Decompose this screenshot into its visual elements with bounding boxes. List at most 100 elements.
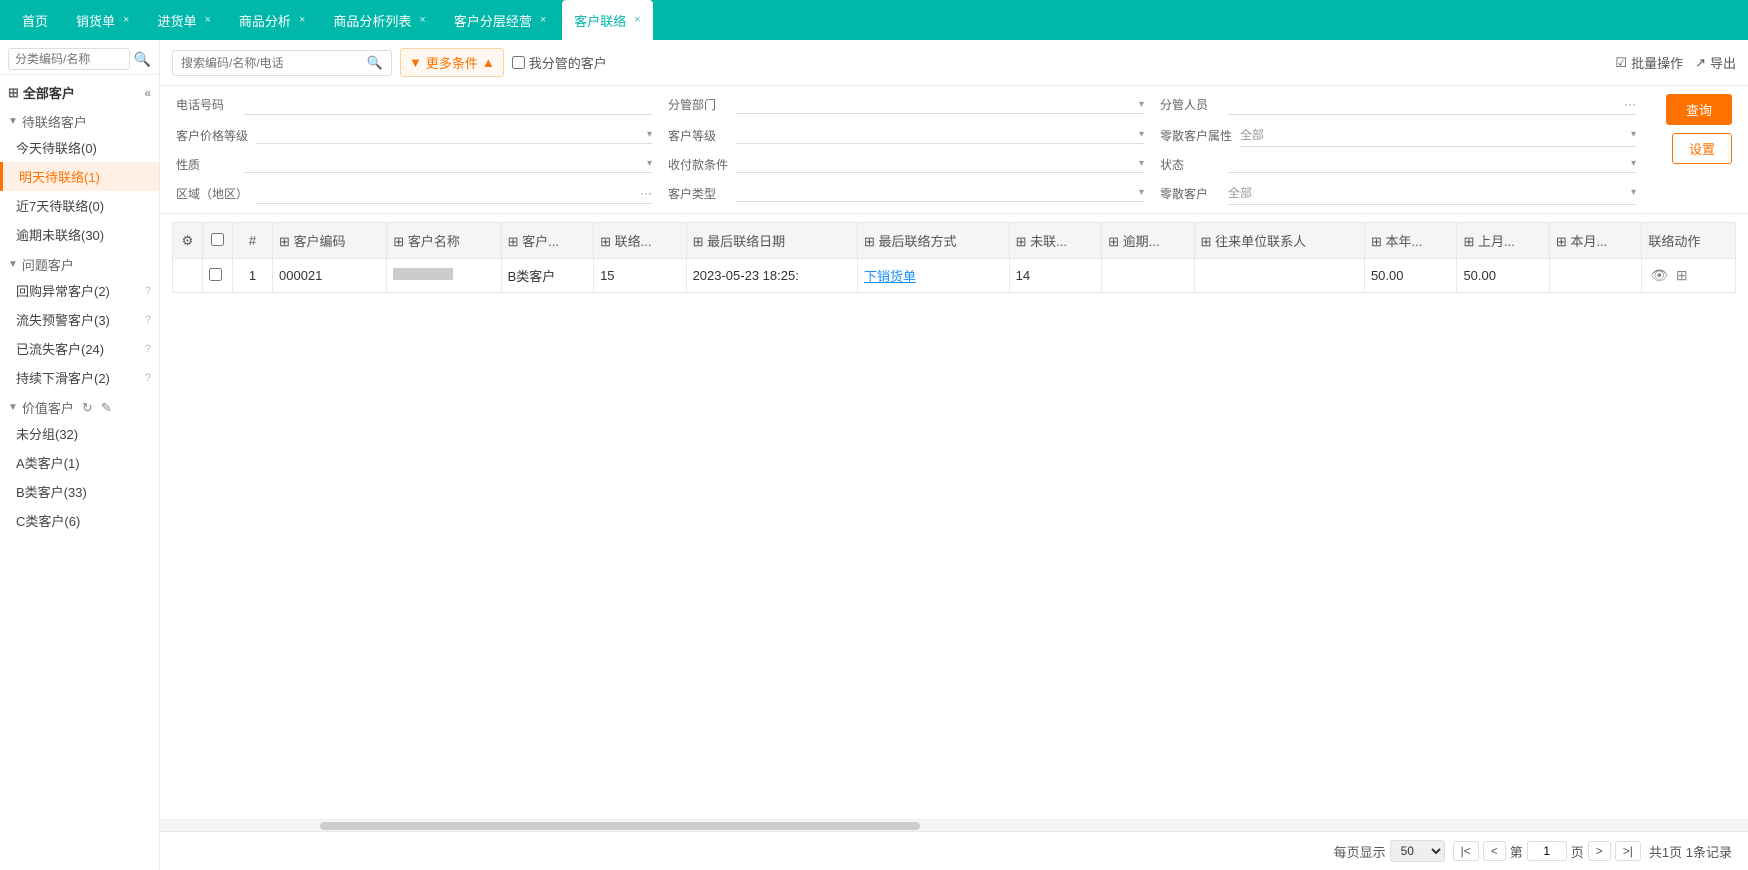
pending-contact-group-label[interactable]: ▼ 待联络客户: [0, 106, 159, 133]
filter-cell-dept: 分管部门 ▾: [668, 96, 1160, 114]
my-customer-checkbox-group[interactable]: 我分管的客户: [512, 53, 607, 72]
value-refresh-icon[interactable]: ↻: [82, 400, 93, 416]
row-checkbox-cell[interactable]: [203, 259, 233, 293]
help-icon-declining: ?: [145, 372, 151, 384]
filter-select-scattered-attr[interactable]: 全部 ▾: [1240, 123, 1636, 147]
filter-panel: 电话号码 分管部门 ▾ 分管人员: [160, 86, 1748, 214]
filter-select-manager[interactable]: ···: [1228, 94, 1636, 115]
setting-button[interactable]: 设置: [1672, 133, 1732, 164]
sidebar-item-churn-warning[interactable]: 流失预警客户(3) ?: [0, 305, 159, 334]
nav-product-analysis[interactable]: 商品分析 ×: [227, 0, 317, 40]
col-header-action: 联络动作: [1642, 223, 1736, 259]
scattered-chevron-icon: ▾: [1631, 187, 1636, 198]
sidebar-search-input[interactable]: [8, 48, 130, 70]
close-sales-order-icon[interactable]: ×: [123, 14, 129, 26]
filter-cell-payment: 收付款条件 ▾: [668, 155, 1160, 173]
col-header-settings[interactable]: ⚙: [173, 223, 203, 259]
filter-select-nature[interactable]: ▾: [244, 155, 652, 173]
toolbar: 🔍 ▼ 更多条件 ▲ 我分管的客户 ☑ 批量操作 ↗ 导出: [160, 40, 1748, 86]
sidebar-item-tomorrow[interactable]: 明天待联络(1): [0, 162, 159, 191]
sidebar-item-churned[interactable]: 已流失客户(24) ?: [0, 334, 159, 363]
filter-label-status: 状态: [1160, 156, 1220, 173]
last-page-btn[interactable]: >|: [1615, 841, 1641, 861]
next-page-btn[interactable]: >: [1588, 841, 1611, 861]
sidebar-item-today[interactable]: 今天待联络(0): [0, 133, 159, 162]
row-settings-cell: [173, 259, 203, 293]
sidebar-item-declining[interactable]: 持续下滑客户(2) ?: [0, 363, 159, 392]
filter-select-dept[interactable]: ▾: [736, 96, 1144, 114]
sidebar-item-class-a[interactable]: A类客户(1): [0, 448, 159, 477]
filter-label-dept: 分管部门: [668, 96, 728, 113]
close-product-analysis-list-icon[interactable]: ×: [419, 14, 425, 26]
select-all-checkbox[interactable]: [211, 233, 224, 246]
row-checkbox[interactable]: [209, 268, 222, 281]
nav-product-analysis-list[interactable]: 商品分析列表 ×: [321, 0, 437, 40]
filter-select-scattered[interactable]: 全部 ▾: [1228, 181, 1636, 205]
per-page-select[interactable]: 50 100 200: [1390, 840, 1445, 862]
scrollbar-thumb[interactable]: [320, 822, 920, 830]
value-edit-icon[interactable]: ✎: [101, 400, 112, 416]
filter-select-price-grade[interactable]: ▾: [256, 126, 652, 144]
col-header-last-month: ⊞ 上月...: [1457, 223, 1549, 259]
toolbar-search-icon[interactable]: 🔍: [367, 55, 383, 71]
filter-input-phone[interactable]: [244, 94, 652, 115]
last-contact-method-link[interactable]: 下销货单: [864, 269, 916, 284]
filter-label-payment: 收付款条件: [668, 156, 728, 173]
first-page-btn[interactable]: |<: [1453, 841, 1479, 861]
horizontal-scrollbar[interactable]: [160, 819, 1748, 831]
close-product-analysis-icon[interactable]: ×: [299, 14, 305, 26]
row-last-month-cell: 50.00: [1457, 259, 1549, 293]
close-customer-segmentation-icon[interactable]: ×: [540, 14, 546, 26]
toolbar-search-box: 🔍: [172, 50, 392, 76]
pending-contact-section: ▼ 待联络客户 今天待联络(0) 明天待联络(1) 近7天待联络(0) 逾期未联…: [0, 106, 159, 249]
scattered-attr-chevron-icon: ▾: [1631, 129, 1636, 140]
export-btn[interactable]: ↗ 导出: [1695, 53, 1736, 72]
action-view-icon[interactable]: 👁: [1650, 267, 1668, 283]
filter-select-customer-grade[interactable]: ▾: [736, 126, 1144, 144]
filter-select-customer-type[interactable]: ▾: [736, 184, 1144, 202]
filter-chevron-icon: ▲: [482, 55, 495, 70]
problem-customer-group-label[interactable]: ▼ 问题客户: [0, 249, 159, 276]
row-last-contact-method-cell[interactable]: 下销货单: [857, 259, 1009, 293]
collapse-icon: «: [144, 86, 151, 100]
filter-select-region[interactable]: ···: [256, 183, 652, 204]
nav-purchase-order[interactable]: 进货单 ×: [145, 0, 222, 40]
customer-name-masked: Ea: [393, 268, 453, 280]
all-customers-header[interactable]: ⊞ 全部客户 «: [0, 75, 159, 106]
sidebar-item-overdue[interactable]: 逾期未联络(30): [0, 220, 159, 249]
sidebar-item-repurchase-abnormal[interactable]: 回购异常客户(2) ?: [0, 276, 159, 305]
manager-more-icon[interactable]: ···: [1624, 97, 1636, 111]
action-grid-icon[interactable]: ⊞: [1676, 267, 1688, 283]
nav-customer-segmentation[interactable]: 客户分层经营 ×: [442, 0, 558, 40]
filter-more-conditions-btn[interactable]: ▼ 更多条件 ▲: [400, 48, 504, 77]
my-customer-checkbox[interactable]: [512, 56, 525, 69]
sidebar-item-class-c[interactable]: C类客户(6): [0, 506, 159, 535]
close-purchase-order-icon[interactable]: ×: [204, 14, 210, 26]
filter-select-status[interactable]: ▾: [1228, 155, 1636, 173]
nature-chevron-icon: ▾: [647, 158, 652, 169]
filter-row-2: 客户价格等级 ▾ 客户等级 ▾: [176, 123, 1652, 147]
nav-home[interactable]: 首页: [10, 0, 60, 40]
sidebar-item-ungrouped[interactable]: 未分组(32): [0, 419, 159, 448]
sidebar-item-class-b[interactable]: B类客户(33): [0, 477, 159, 506]
sidebar-search-icon[interactable]: 🔍: [134, 51, 151, 68]
page-label: 第: [1510, 842, 1523, 861]
filter-cell-manager: 分管人员 ···: [1160, 94, 1652, 115]
col-header-checkbox[interactable]: [203, 223, 233, 259]
filter-label-customer-type: 客户类型: [668, 185, 728, 202]
close-customer-contact-icon[interactable]: ×: [634, 14, 640, 26]
page-number-input[interactable]: [1527, 841, 1567, 861]
region-more-icon[interactable]: ···: [640, 186, 652, 200]
nav-customer-contact[interactable]: 客户联络 ×: [562, 0, 652, 40]
col-header-this-month: ⊞ 本月...: [1549, 223, 1641, 259]
nav-sales-order[interactable]: 销货单 ×: [64, 0, 141, 40]
prev-page-btn[interactable]: <: [1483, 841, 1506, 861]
filter-cell-scattered-attr: 零散客户属性 全部 ▾: [1160, 123, 1652, 147]
batch-operation-btn[interactable]: ☑ 批量操作: [1615, 53, 1683, 72]
value-customer-group-label[interactable]: ▼ 价值客户 ↻ ✎: [0, 392, 159, 419]
sidebar-item-7days[interactable]: 近7天待联络(0): [0, 191, 159, 220]
toolbar-search-input[interactable]: [181, 56, 363, 70]
filter-label-scattered: 零散客户: [1160, 185, 1220, 202]
query-button[interactable]: 查询: [1666, 94, 1732, 125]
filter-select-payment[interactable]: ▾: [736, 155, 1144, 173]
